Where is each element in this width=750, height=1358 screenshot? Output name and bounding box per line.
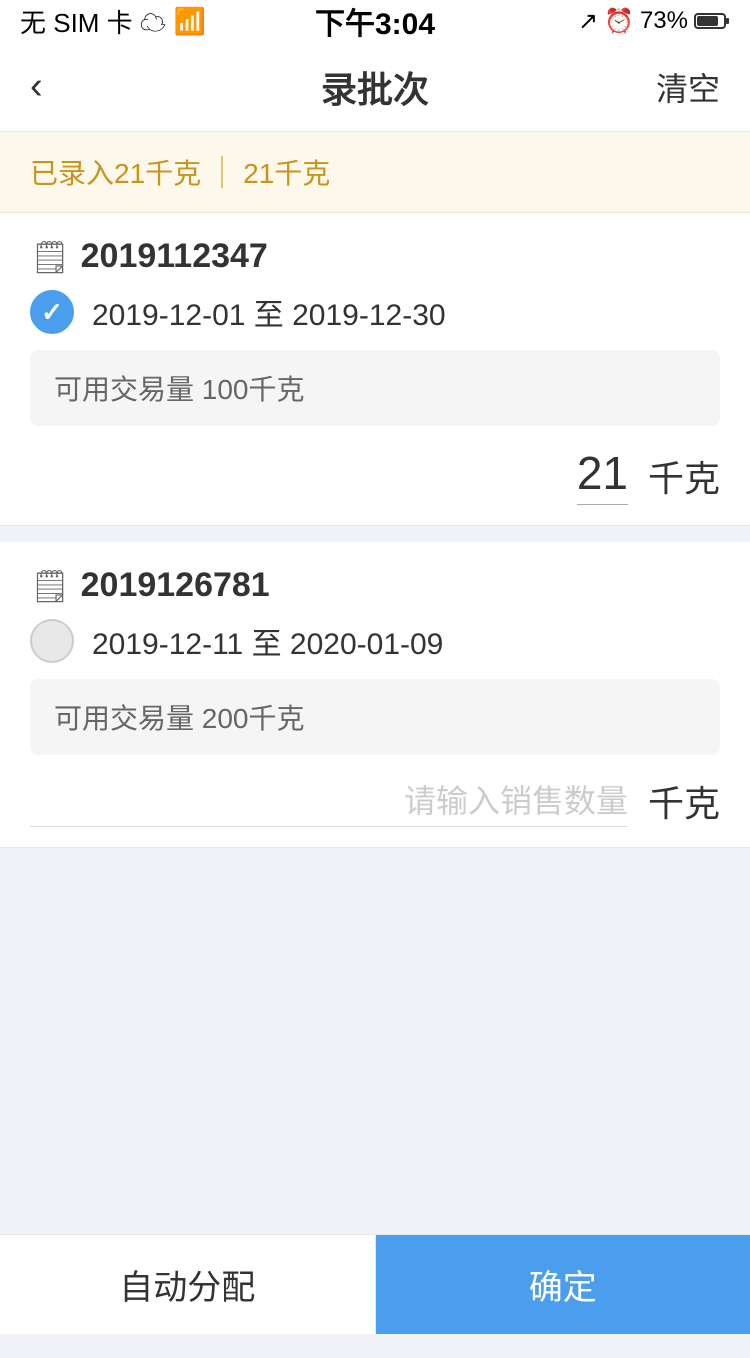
batch-doc-icon-2: 🗒 — [30, 567, 71, 605]
batch-checkbox-1[interactable] — [30, 290, 74, 334]
page-title: 录批次 — [321, 61, 429, 113]
alarm-icon: ⏰ — [604, 7, 634, 36]
confirm-label: 确定 — [529, 1260, 597, 1309]
quantity-unit-1: 千克 — [648, 450, 720, 502]
info-divider — [221, 156, 223, 188]
batch-card-2: 🗒 2019126781 2019-12-11 至 2020-01-09 可用交… — [0, 542, 750, 848]
quantity-row-1: 21 千克 — [0, 426, 750, 526]
batch-id-row-1: 🗒 2019112347 — [30, 237, 720, 276]
input-unit-2: 千克 — [648, 775, 720, 827]
batch-checkbox-2[interactable] — [30, 619, 74, 663]
sim-label: 无 SIM 卡 ☁ — [20, 3, 166, 40]
auto-distribute-label: 自动分配 — [119, 1260, 255, 1309]
quantity-value-1: 21 — [577, 446, 628, 505]
wifi-icon: 📶 — [174, 6, 206, 37]
battery-label: 73% — [640, 7, 688, 35]
battery-icon — [694, 12, 730, 30]
auto-distribute-button[interactable]: 自动分配 — [0, 1235, 376, 1334]
recorded-label: 已录入21千克 — [30, 152, 201, 192]
back-button[interactable]: ‹ — [30, 65, 90, 108]
recorded-value: 21千克 — [243, 152, 330, 192]
quantity-input-placeholder-2: 请输入销售数量 — [30, 776, 628, 827]
confirm-button[interactable]: 确定 — [376, 1235, 750, 1334]
batch-id-row-2: 🗒 2019126781 — [30, 566, 720, 605]
location-icon: ↗ — [578, 7, 598, 36]
clear-button[interactable]: 清空 — [656, 64, 720, 110]
batch-available-1: 可用交易量 100千克 — [30, 350, 720, 426]
batch-date-text-2: 2019-12-11 至 2020-01-09 — [92, 619, 443, 663]
batch-id-text-1: 2019112347 — [81, 237, 268, 276]
section-divider — [0, 526, 750, 542]
status-bar: 无 SIM 卡 ☁ 📶 下午3:04 ↗ ⏰ 73% — [0, 0, 750, 42]
batch-card-1: 🗒 2019112347 2019-12-01 至 2019-12-30 可用交… — [0, 213, 750, 526]
status-left: 无 SIM 卡 ☁ 📶 — [20, 3, 206, 40]
batch-doc-icon-1: 🗒 — [30, 238, 71, 276]
batch-available-2: 可用交易量 200千克 — [30, 679, 720, 755]
status-time: 下午3:04 — [315, 0, 435, 43]
batch-date-row-1: 2019-12-01 至 2019-12-30 — [30, 290, 720, 334]
batch-id-text-2: 2019126781 — [81, 566, 270, 605]
info-banner: 已录入21千克 21千克 — [0, 132, 750, 213]
nav-bar: ‹ 录批次 清空 — [0, 42, 750, 132]
batch-date-row-2: 2019-12-11 至 2020-01-09 — [30, 619, 720, 663]
empty-area — [0, 848, 750, 1258]
input-row-2: 请输入销售数量 千克 — [0, 755, 750, 848]
status-right: ↗ ⏰ 73% — [578, 7, 730, 36]
bottom-bar: 自动分配 确定 — [0, 1234, 750, 1334]
batch-date-text-1: 2019-12-01 至 2019-12-30 — [92, 290, 446, 334]
